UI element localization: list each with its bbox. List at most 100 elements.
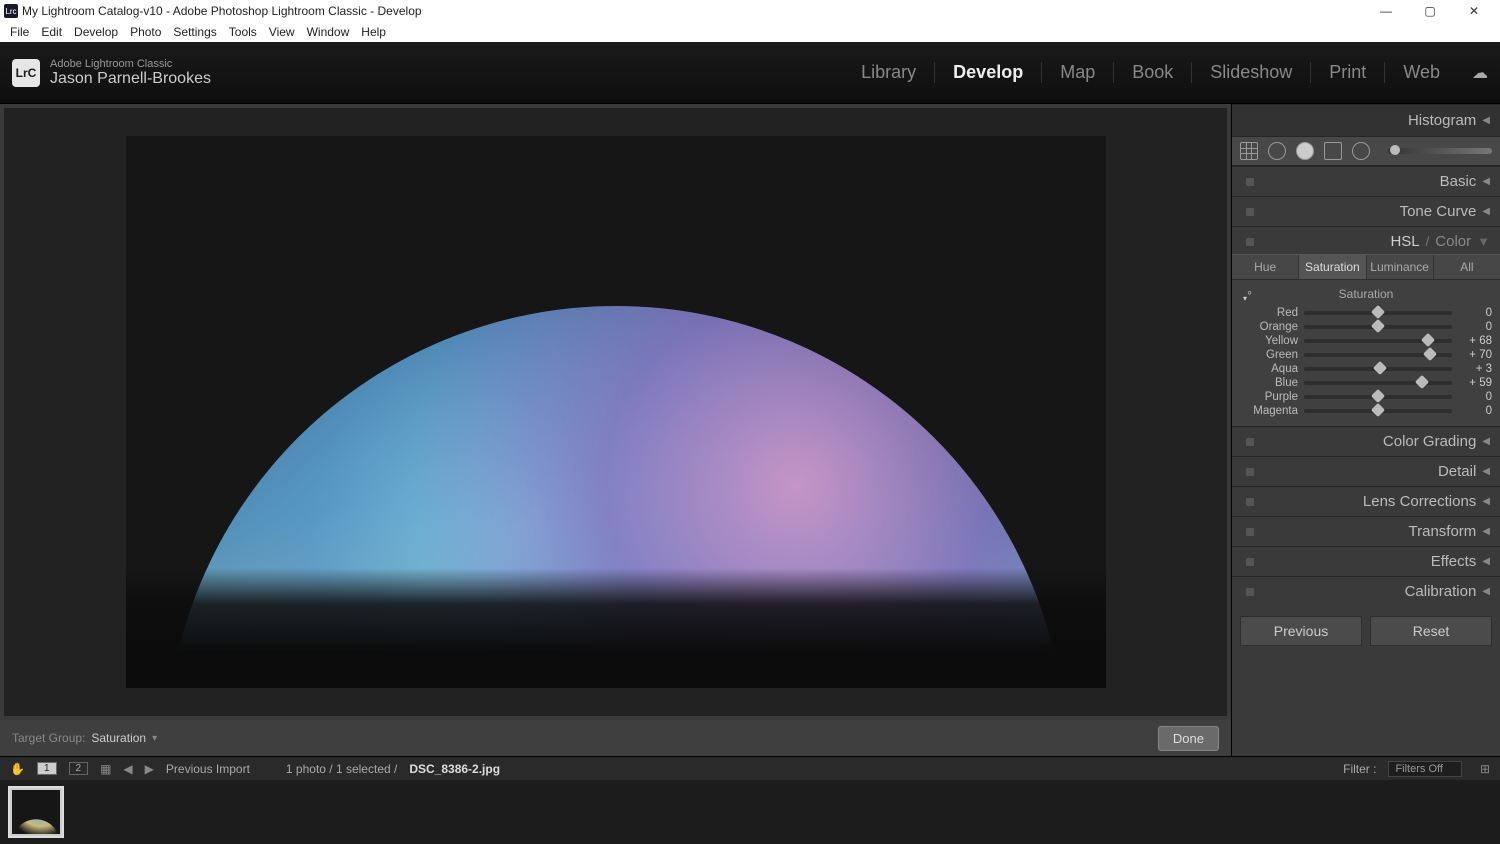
slider-label: Green (1242, 349, 1298, 361)
nav-back-icon[interactable]: ◀ (123, 762, 132, 776)
module-book[interactable]: Book (1114, 62, 1192, 83)
dropdown-caret-icon[interactable]: ▾ (152, 733, 157, 744)
slider-value[interactable]: + 68 (1458, 335, 1492, 347)
hsl-panel-header[interactable]: HSL / Color ▼ (1232, 226, 1500, 254)
redeye-tool-icon[interactable] (1296, 142, 1314, 160)
histogram-panel-header[interactable]: Histogram ◀ (1232, 104, 1500, 136)
slider-value[interactable]: 0 (1458, 321, 1492, 333)
secondary-display-1[interactable]: 1 (37, 762, 57, 775)
menu-view[interactable]: View (263, 25, 301, 39)
grid-view-icon[interactable]: ▦ (100, 762, 111, 776)
graduated-filter-tool-icon[interactable] (1324, 142, 1342, 160)
targeted-adjustment-tool-icon[interactable] (1242, 286, 1252, 300)
panel-switch-icon[interactable] (1246, 468, 1254, 476)
panel-switch-icon[interactable] (1246, 498, 1254, 506)
target-group-label: Target Group: (12, 731, 85, 745)
hand-tool-icon[interactable]: ✋ (10, 762, 25, 776)
collapse-triangle-icon: ◀ (1482, 206, 1490, 217)
slider-label: Yellow (1242, 335, 1298, 347)
slider-value[interactable]: 0 (1458, 405, 1492, 417)
slider-track[interactable] (1304, 381, 1452, 385)
panel-calibration[interactable]: Calibration◀ (1232, 576, 1500, 606)
secondary-display-2[interactable]: 2 (69, 762, 89, 775)
nav-forward-icon[interactable]: ▶ (145, 762, 154, 776)
panel-switch-icon[interactable] (1246, 528, 1254, 536)
slider-blue: Blue+ 59 (1232, 376, 1500, 390)
filter-dropdown[interactable]: Filters Off (1388, 761, 1461, 777)
color-label[interactable]: Color (1435, 233, 1471, 250)
module-develop[interactable]: Develop (935, 62, 1042, 83)
slider-track[interactable] (1304, 395, 1452, 399)
filmstrip-status: 1 photo / 1 selected / (286, 762, 397, 776)
hsl-tab-luminance[interactable]: Luminance (1367, 255, 1434, 279)
menu-photo[interactable]: Photo (124, 25, 167, 39)
slider-track[interactable] (1304, 339, 1452, 343)
menu-file[interactable]: File (4, 25, 35, 39)
radial-filter-tool-icon[interactable] (1352, 142, 1370, 160)
hsl-tab-hue[interactable]: Hue (1232, 255, 1299, 279)
reset-button[interactable]: Reset (1370, 616, 1492, 646)
panel-transform[interactable]: Transform◀ (1232, 516, 1500, 546)
collapse-triangle-icon: ◀ (1482, 556, 1490, 567)
panel-basic[interactable]: Basic◀ (1232, 166, 1500, 196)
slider-track[interactable] (1304, 353, 1452, 357)
hsl-tab-all[interactable]: All (1434, 255, 1500, 279)
slider-value[interactable]: + 59 (1458, 377, 1492, 389)
panel-lens-corrections[interactable]: Lens Corrections◀ (1232, 486, 1500, 516)
done-button[interactable]: Done (1158, 726, 1219, 751)
slider-yellow: Yellow + 68 (1232, 334, 1500, 348)
image-canvas[interactable] (4, 108, 1227, 716)
spot-removal-tool-icon[interactable] (1268, 142, 1286, 160)
slider-label: Red (1242, 307, 1298, 319)
panel-tone-curve[interactable]: Tone Curve◀ (1232, 196, 1500, 226)
crop-tool-icon[interactable] (1240, 142, 1258, 160)
filmstrip-source[interactable]: Previous Import (166, 762, 250, 776)
panel-switch-icon[interactable] (1246, 438, 1254, 446)
slider-red: Red 0 (1232, 306, 1500, 320)
user-name: Jason Parnell-Brookes (50, 70, 211, 88)
photo-preview (126, 136, 1106, 688)
slider-track[interactable] (1304, 325, 1452, 329)
panel-color-grading[interactable]: Color Grading◀ (1232, 426, 1500, 456)
slider-value[interactable]: + 70 (1458, 349, 1492, 361)
slider-label: Purple (1242, 391, 1298, 403)
window-maximize-button[interactable]: ▢ (1408, 0, 1452, 22)
module-slideshow[interactable]: Slideshow (1192, 62, 1311, 83)
slider-value[interactable]: + 3 (1458, 363, 1492, 375)
panel-switch-icon[interactable] (1246, 238, 1254, 246)
module-map[interactable]: Map (1042, 62, 1114, 83)
slider-track[interactable] (1304, 367, 1452, 371)
cloud-sync-icon[interactable]: ☁ (1472, 63, 1488, 83)
slider-track[interactable] (1304, 311, 1452, 315)
menu-develop[interactable]: Develop (68, 25, 124, 39)
module-library[interactable]: Library (843, 62, 935, 83)
menu-tools[interactable]: Tools (223, 25, 263, 39)
panel-effects[interactable]: Effects◀ (1232, 546, 1500, 576)
collapse-triangle-icon: ◀ (1482, 496, 1490, 507)
menu-settings[interactable]: Settings (167, 25, 222, 39)
panel-footer-buttons: Previous Reset (1232, 606, 1500, 656)
panel-switch-icon[interactable] (1246, 558, 1254, 566)
hsl-label: HSL (1390, 233, 1419, 250)
panel-switch-icon[interactable] (1246, 208, 1254, 216)
slider-value[interactable]: 0 (1458, 307, 1492, 319)
thumbnail[interactable] (8, 786, 64, 838)
slider-track[interactable] (1304, 409, 1452, 413)
previous-button[interactable]: Previous (1240, 616, 1362, 646)
panel-switch-icon[interactable] (1246, 588, 1254, 596)
panel-detail[interactable]: Detail◀ (1232, 456, 1500, 486)
panel-switch-icon[interactable] (1246, 178, 1254, 186)
menu-window[interactable]: Window (301, 25, 356, 39)
window-minimize-button[interactable]: — (1364, 0, 1408, 22)
slider-value[interactable]: 0 (1458, 391, 1492, 403)
menu-help[interactable]: Help (355, 25, 392, 39)
target-group-value[interactable]: Saturation (91, 731, 146, 745)
mask-slider[interactable] (1388, 148, 1492, 154)
filmstrip[interactable] (0, 780, 1500, 844)
module-print[interactable]: Print (1311, 62, 1385, 83)
window-close-button[interactable]: ✕ (1452, 0, 1496, 22)
module-web[interactable]: Web (1385, 62, 1458, 83)
hsl-tab-saturation[interactable]: Saturation (1299, 255, 1366, 279)
menu-edit[interactable]: Edit (35, 25, 68, 39)
filter-lock-icon[interactable]: ⊞ (1480, 762, 1490, 776)
